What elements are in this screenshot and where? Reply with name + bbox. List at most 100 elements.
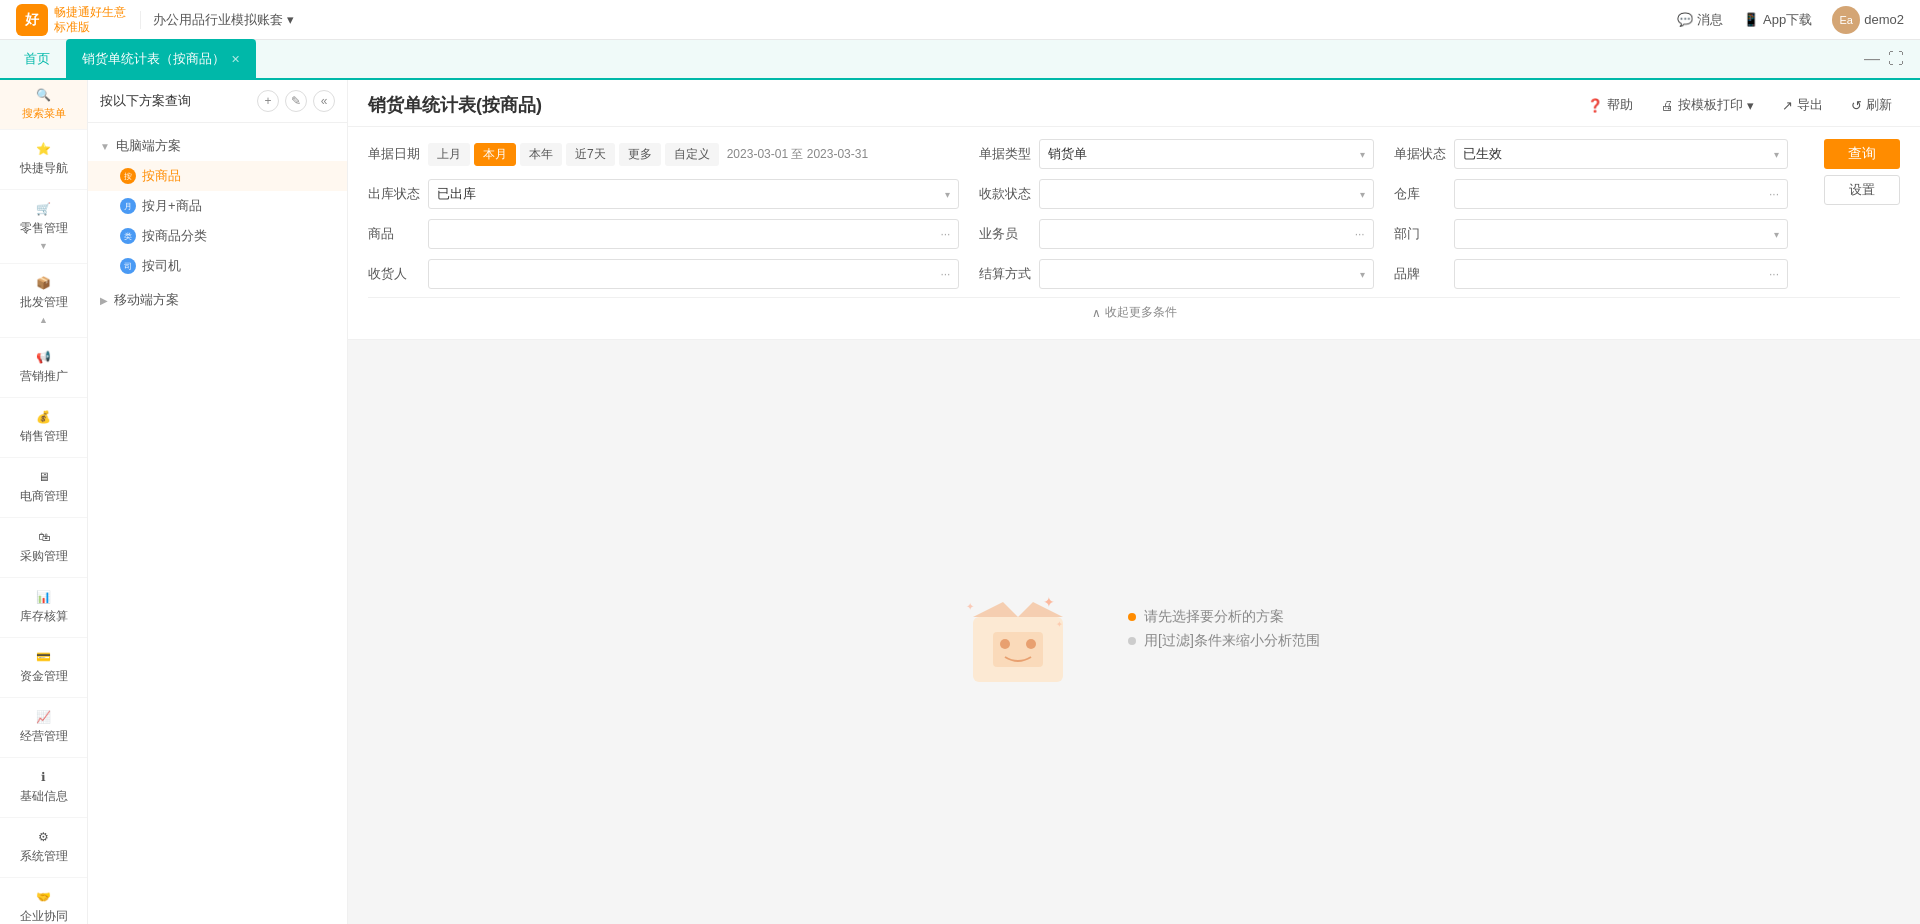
warehouse-input[interactable]: ··· <box>1454 179 1788 209</box>
chevron-down-icon: ▾ <box>287 12 294 27</box>
date-btn-7days[interactable]: 近7天 <box>566 143 615 166</box>
tree-item-by-category[interactable]: 类 按商品分类 <box>88 221 347 251</box>
product-dots-icon: ··· <box>940 227 950 241</box>
sidebar-item-marketing[interactable]: 📢 营销推广 <box>0 338 87 398</box>
template-print-btn[interactable]: 🖨 按模板打印 ▾ <box>1653 92 1762 118</box>
sidebar-item-operations[interactable]: 📈 经营管理 <box>0 698 87 758</box>
date-label: 单据日期 <box>368 145 428 163</box>
department-arrow-icon: ▾ <box>1774 229 1779 240</box>
filter-collapse-btn[interactable]: « <box>313 90 335 112</box>
marketing-icon: 📢 <box>36 350 51 364</box>
out-status-select[interactable]: 已出库 ▾ <box>428 179 959 209</box>
avatar: Ea <box>1832 6 1860 34</box>
operations-icon: 📈 <box>36 710 51 724</box>
tree-item-by-product[interactable]: 按 按商品 <box>88 161 347 191</box>
logo-text: 畅捷通好生意 标准版 <box>54 5 126 34</box>
topbar-left: 好 畅捷通好生意 标准版 办公用品行业模拟账套 ▾ <box>16 4 294 36</box>
sales-icon: 💰 <box>36 410 51 424</box>
doc-status-select[interactable]: 已生效 ▾ <box>1454 139 1788 169</box>
tree-item-icon-category: 类 <box>120 228 136 244</box>
receiver-label: 收货人 <box>368 265 428 283</box>
product-input[interactable]: ··· <box>428 219 959 249</box>
sidebar-item-inventory[interactable]: 📊 库存核算 <box>0 578 87 638</box>
sidebar-item-ecommerce[interactable]: 🖥 电商管理 <box>0 458 87 518</box>
sidebar-item-finance[interactable]: 💳 资金管理 <box>0 638 87 698</box>
date-btn-custom[interactable]: 自定义 <box>665 143 719 166</box>
sidebar-item-purchase[interactable]: 🛍 采购管理 <box>0 518 87 578</box>
salesperson-input[interactable]: ··· <box>1039 219 1373 249</box>
sidebar-item-wholesale[interactable]: 📦 批发管理 ▲ <box>0 264 87 338</box>
sidebar-item-system[interactable]: ⚙ 系统管理 <box>0 818 87 878</box>
form-field-warehouse: 仓库 ··· <box>1394 179 1788 209</box>
refresh-icon: ↺ <box>1851 98 1862 113</box>
topbar: 好 畅捷通好生意 标准版 办公用品行业模拟账套 ▾ 💬 消息 📱 App下载 E… <box>0 0 1920 40</box>
svg-point-3 <box>1026 639 1036 649</box>
receipt-status-label: 收款状态 <box>979 185 1039 203</box>
filter-panel-title: 按以下方案查询 <box>100 92 191 110</box>
tree-group-pc: ▼ 电脑端方案 按 按商品 月 按月+商品 <box>88 131 347 281</box>
brand-input[interactable]: ··· <box>1454 259 1788 289</box>
out-status-arrow-icon: ▾ <box>945 189 950 200</box>
chevron-right-icon: ▶ <box>100 295 108 306</box>
setting-button[interactable]: 设置 <box>1824 175 1900 205</box>
tab-home[interactable]: 首页 <box>8 39 66 79</box>
date-btn-more[interactable]: 更多 <box>619 143 661 166</box>
filter-add-btn[interactable]: + <box>257 90 279 112</box>
tree-item-icon-month: 月 <box>120 198 136 214</box>
tree-group-mobile: ▶ 移动端方案 <box>88 285 347 315</box>
tab-sales-report[interactable]: 销货单统计表（按商品） ✕ <box>66 39 256 79</box>
collapse-icon: ∧ <box>1092 306 1101 320</box>
sidebar-item-retail[interactable]: 🛒 零售管理 ▼ <box>0 190 87 264</box>
tab-minimize-icon[interactable]: — <box>1864 50 1880 68</box>
tree-group-pc-header[interactable]: ▼ 电脑端方案 <box>88 131 347 161</box>
receiver-input[interactable]: ··· <box>428 259 959 289</box>
sidebar-search[interactable]: 🔍 搜索菜单 <box>0 80 87 130</box>
message-btn[interactable]: 💬 消息 <box>1677 11 1723 29</box>
help-btn[interactable]: ❓ 帮助 <box>1579 92 1641 118</box>
finance-icon: 💳 <box>36 650 51 664</box>
brand-label: 品牌 <box>1394 265 1454 283</box>
tab-close-icon[interactable]: ✕ <box>231 53 240 66</box>
tab-maximize-icon[interactable]: ⛶ <box>1888 50 1904 68</box>
receipt-status-select[interactable]: ▾ <box>1039 179 1373 209</box>
export-btn[interactable]: ↗ 导出 <box>1774 92 1831 118</box>
tree-item-by-month-product[interactable]: 月 按月+商品 <box>88 191 347 221</box>
main-panel: 销货单统计表(按商品) ❓ 帮助 🖨 按模板打印 ▾ ↗ 导出 <box>348 80 1920 924</box>
main-layout: 🔍 搜索菜单 ⭐ 快捷导航 🛒 零售管理 ▼ 📦 批发管理 ▲ 📢 营销推广 💰… <box>0 80 1920 924</box>
user-profile[interactable]: Ea demo2 <box>1832 6 1904 34</box>
tree-section: ▼ 电脑端方案 按 按商品 月 按月+商品 <box>88 123 347 327</box>
sidebar-item-basic[interactable]: ℹ 基础信息 <box>0 758 87 818</box>
doc-status-arrow-icon: ▾ <box>1774 149 1779 160</box>
purchase-icon: 🛍 <box>38 530 50 544</box>
tree-item-icon-driver: 司 <box>120 258 136 274</box>
filter-panel: 按以下方案查询 + ✎ « ▼ 电脑端方案 按 <box>88 80 348 924</box>
tree-item-by-driver[interactable]: 司 按司机 <box>88 251 347 281</box>
sidebar-item-enterprise[interactable]: 🤝 企业协同 <box>0 878 87 924</box>
download-icon: 📱 <box>1743 12 1759 27</box>
warehouse-dots-icon: ··· <box>1769 187 1779 201</box>
empty-hint-1: 请先选择要分析的方案 <box>1128 608 1320 626</box>
query-button[interactable]: 查询 <box>1824 139 1900 169</box>
app-download-btn[interactable]: 📱 App下载 <box>1743 11 1812 29</box>
empty-hints: 请先选择要分析的方案 用[过滤]条件来缩小分析范围 <box>1128 608 1320 656</box>
sidebar-shortcut[interactable]: ⭐ 快捷导航 <box>0 130 87 190</box>
filter-edit-btn[interactable]: ✎ <box>285 90 307 112</box>
form-row-2: 出库状态 已出库 ▾ 收款状态 ▾ <box>368 179 1788 209</box>
date-btn-current-year[interactable]: 本年 <box>520 143 562 166</box>
shortcut-icon: ⭐ <box>36 142 51 156</box>
date-btn-last-month[interactable]: 上月 <box>428 143 470 166</box>
tree-group-mobile-header[interactable]: ▶ 移动端方案 <box>88 285 347 315</box>
date-btn-current-month[interactable]: 本月 <box>474 143 516 166</box>
industry-selector[interactable]: 办公用品行业模拟账套 ▾ <box>140 11 294 29</box>
retail-icon: 🛒 <box>36 202 51 216</box>
department-select[interactable]: ▾ <box>1454 219 1788 249</box>
doc-type-select[interactable]: 销货单 ▾ <box>1039 139 1373 169</box>
export-icon: ↗ <box>1782 98 1793 113</box>
refresh-btn[interactable]: ↺ 刷新 <box>1843 92 1900 118</box>
ecommerce-icon: 🖥 <box>38 470 50 484</box>
enterprise-icon: 🤝 <box>36 890 51 904</box>
wholesale-icon: 📦 <box>36 276 51 290</box>
payment-select[interactable]: ▾ <box>1039 259 1373 289</box>
sidebar-item-sales[interactable]: 💰 销售管理 <box>0 398 87 458</box>
collapse-bar[interactable]: ∧ 收起更多条件 <box>368 297 1900 327</box>
